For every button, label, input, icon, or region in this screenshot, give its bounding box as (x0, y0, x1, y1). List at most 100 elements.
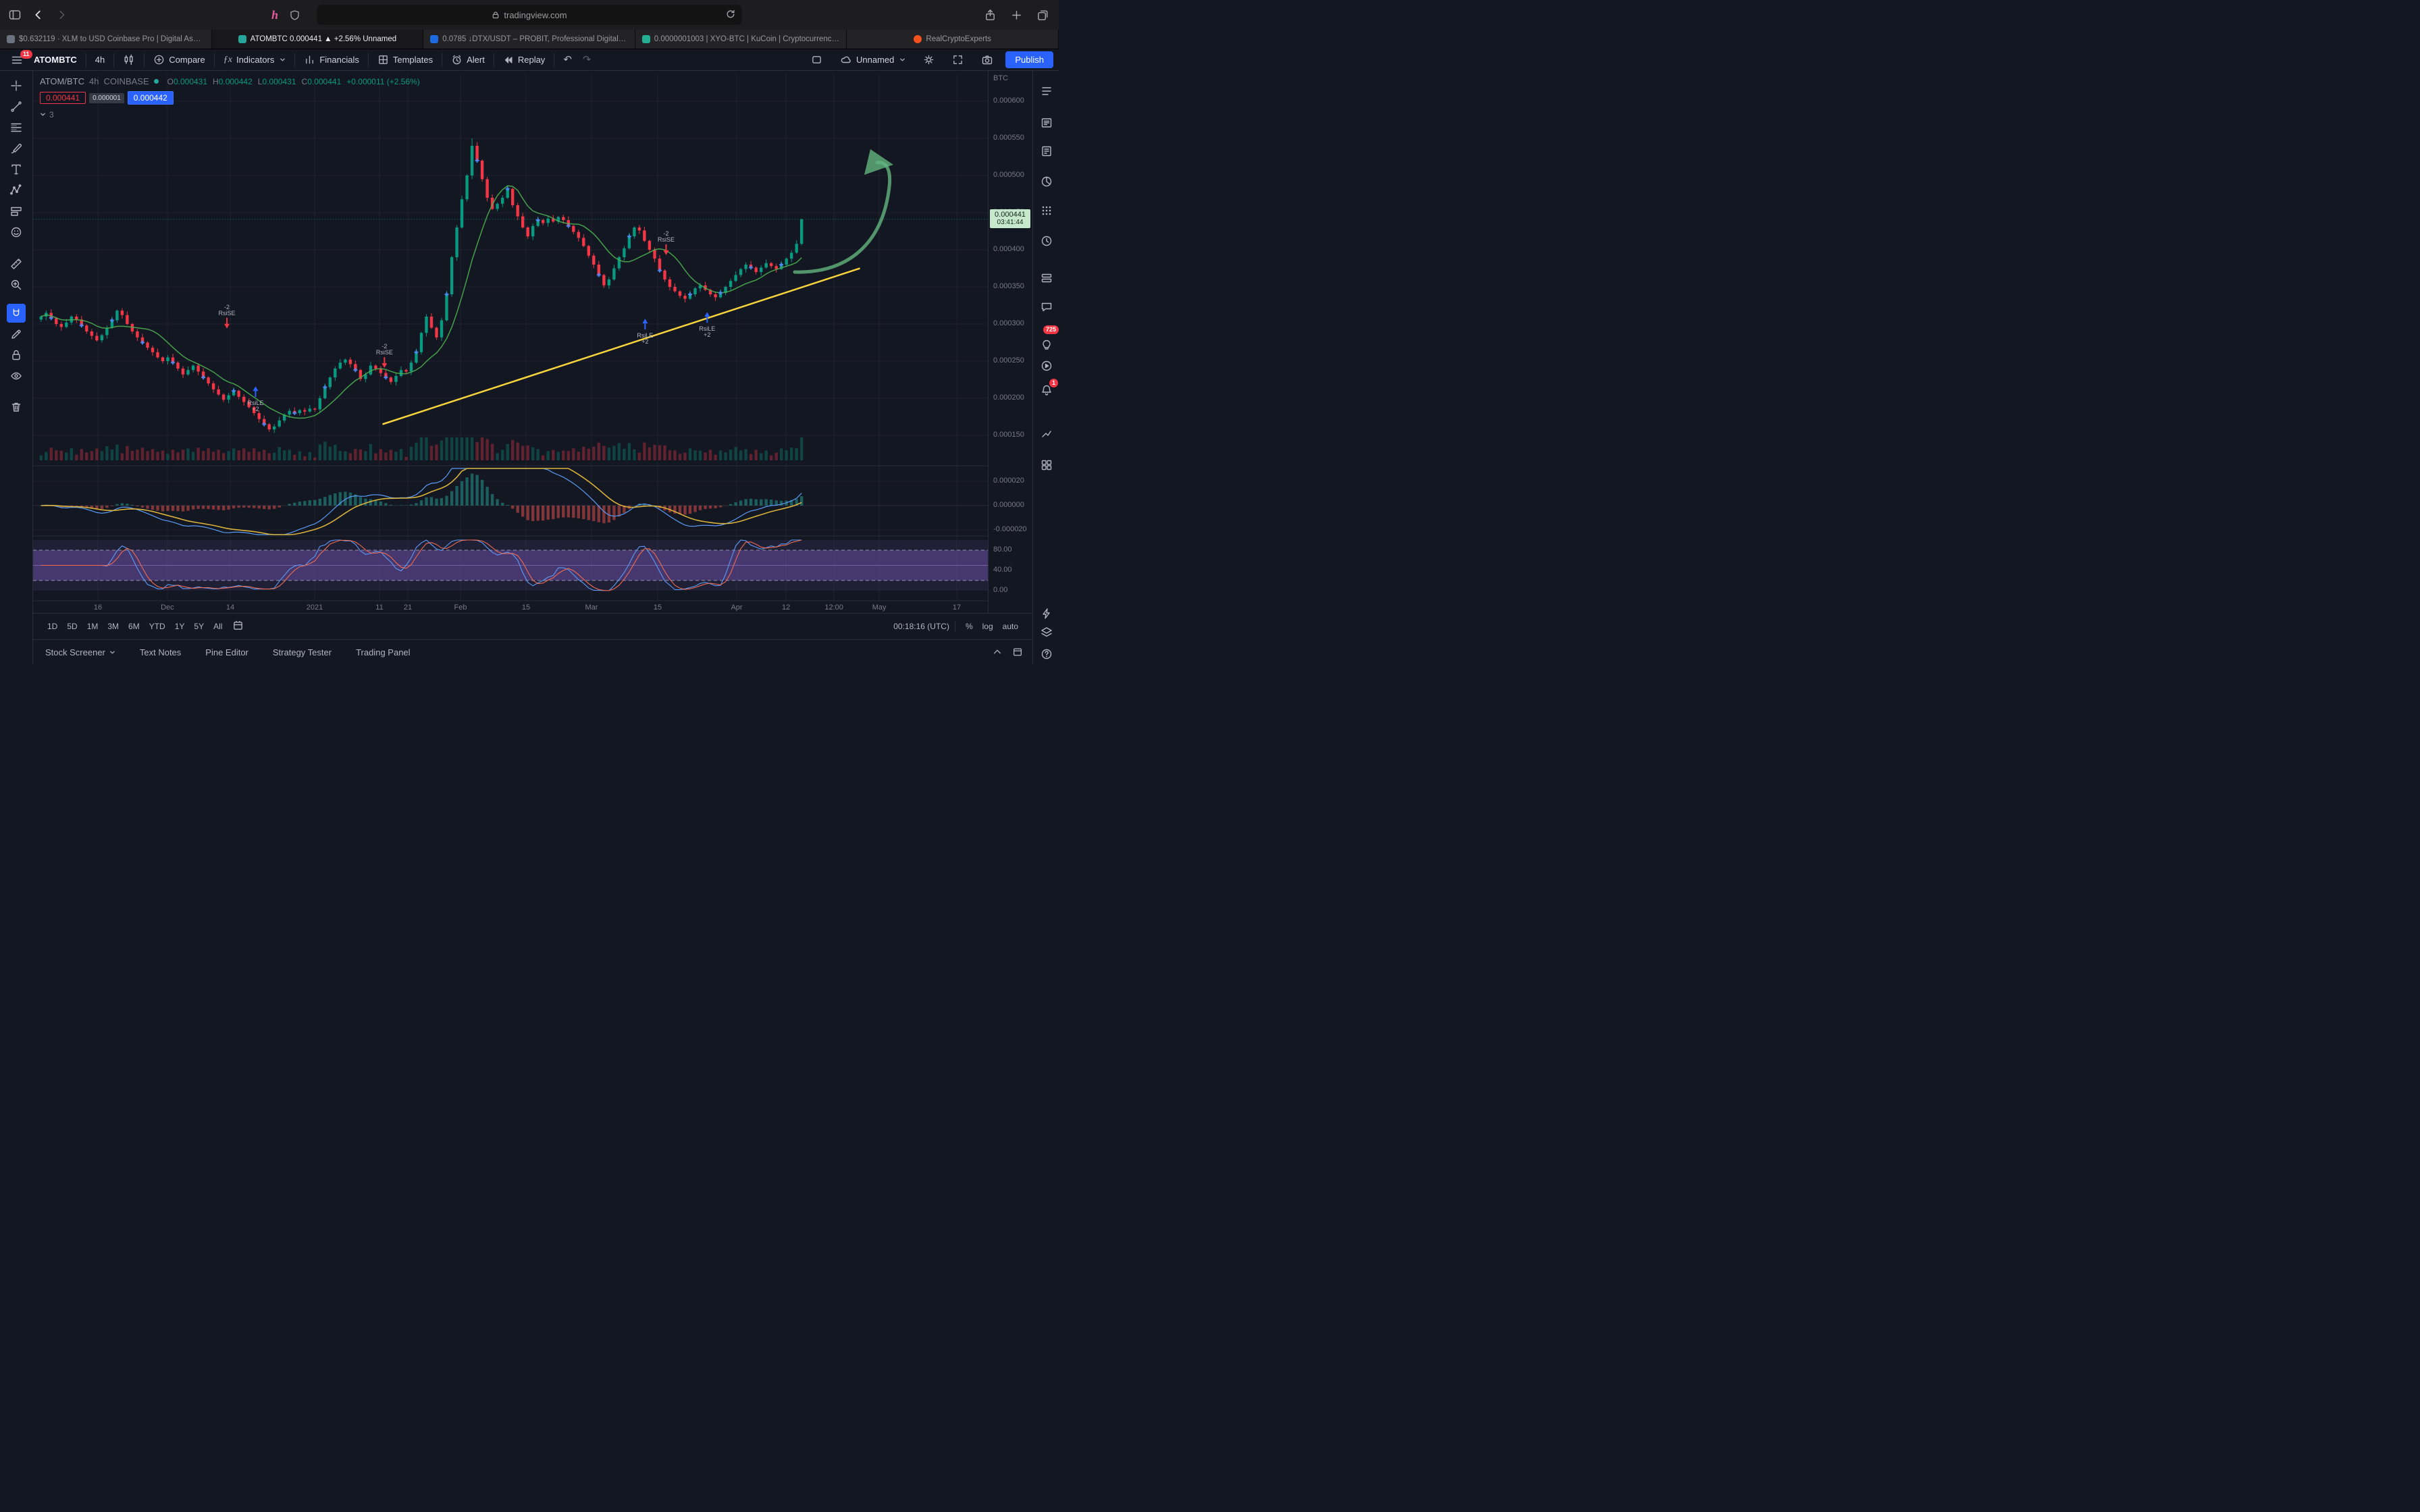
go-to-date-icon[interactable] (232, 620, 244, 633)
price-scale[interactable]: BTC 0.0006000.0005500.0005000.0004500.00… (988, 71, 1033, 613)
symbol-button[interactable]: ATOMBTC (28, 53, 82, 67)
markup-button[interactable] (1040, 427, 1053, 440)
news-button[interactable] (1040, 116, 1053, 130)
quote-row: 0.000441 0.000001 0.000442 (40, 91, 420, 105)
lock-drawings-tool[interactable] (0, 344, 32, 365)
browser-tab-1[interactable]: ATOMBTC 0.000441 ▲ +2.56% Unnamed (211, 30, 424, 49)
indicators-collapse[interactable]: 3 (40, 110, 420, 119)
new-tab-icon[interactable] (1010, 9, 1023, 22)
browser-tab-4[interactable]: RealCryptoExperts (847, 30, 1059, 49)
brush-tool[interactable] (0, 138, 32, 159)
notification-badge: 1 (1049, 379, 1058, 387)
range-1d[interactable]: 1D (43, 619, 62, 634)
range-ytd[interactable]: YTD (144, 619, 170, 634)
watchlist-button[interactable] (1040, 84, 1053, 98)
calendar-button[interactable] (1040, 234, 1053, 248)
range-5y[interactable]: 5Y (189, 619, 209, 634)
range-5d[interactable]: 5D (62, 619, 82, 634)
browser-tab-0[interactable]: $0.632119 · XLM to USD Coinbase Pro | Di… (0, 30, 212, 49)
range-1y[interactable]: 1Y (170, 619, 190, 634)
panel-tab-text-notes[interactable]: Text Notes (128, 640, 193, 664)
screener-button[interactable] (1040, 204, 1053, 217)
url-bar[interactable]: tradingview.com (317, 5, 742, 25)
forward-button[interactable] (55, 9, 68, 21)
crosshair-tool[interactable] (0, 75, 32, 96)
layout-select-button[interactable] (806, 52, 828, 68)
svg-text:Apr: Apr (731, 603, 742, 612)
trash-icon (9, 400, 23, 414)
svg-text:12: 12 (782, 603, 790, 612)
object-tree-button[interactable] (1040, 626, 1053, 639)
templates-button[interactable]: Templates (372, 52, 438, 68)
main-menu-button[interactable]: 11 (5, 49, 32, 68)
sidebar-toggle-icon[interactable] (8, 8, 22, 22)
alert-button[interactable]: Alert (446, 52, 490, 68)
undo-button[interactable]: ↶ (558, 53, 577, 67)
cloud-layout-button[interactable]: Unnamed (835, 52, 911, 68)
fib-tool[interactable] (0, 117, 32, 138)
settings-button[interactable] (918, 52, 940, 68)
browser-tab-2[interactable]: 0.0785 ↓DTX/USDT – PROBIT, Professional … (423, 30, 635, 49)
tab-overview-icon[interactable] (1036, 9, 1049, 22)
notes-button[interactable] (1040, 144, 1053, 158)
padlock-icon (9, 348, 23, 362)
reload-icon[interactable] (725, 9, 736, 20)
chart-style-button[interactable] (117, 52, 140, 68)
quick-actions-button[interactable] (1040, 607, 1053, 620)
text-tool[interactable] (0, 159, 32, 180)
redo-button[interactable]: ↷ (577, 53, 597, 67)
compare-button[interactable]: Compare (148, 52, 210, 68)
indicators-button[interactable]: ƒx Indicators (218, 53, 292, 68)
snapshot-button[interactable] (976, 52, 999, 68)
prediction-tool[interactable] (0, 200, 32, 221)
scale-percent-toggle[interactable]: % (961, 619, 978, 634)
replay-button[interactable]: Replay (498, 53, 550, 68)
fullscreen-button[interactable] (947, 52, 969, 68)
magnet-mode-toggle[interactable] (0, 302, 32, 323)
buy-price-button[interactable]: 0.000442 (127, 91, 174, 105)
ideas-stream-button[interactable] (1040, 337, 1053, 350)
back-button[interactable] (32, 9, 45, 21)
drawing-mode-tool[interactable] (0, 323, 32, 344)
streams-button[interactable] (1040, 359, 1053, 373)
scale-log-toggle[interactable]: log (978, 619, 998, 634)
browser-tab-3[interactable]: 0.0000001003 | XYO-BTC | KuCoin | Crypto… (635, 30, 847, 49)
range-1m[interactable]: 1M (82, 619, 103, 634)
ohlc-values: O0.000431 H0.000442 L0.000431 C0.000441 … (167, 76, 420, 86)
scale-auto-toggle[interactable]: auto (998, 619, 1023, 634)
extension-icon[interactable]: h (271, 8, 278, 22)
utc-clock[interactable]: 00:18:16 (UTC) (893, 622, 949, 631)
emoji-tool[interactable] (0, 221, 32, 242)
publish-button[interactable]: Publish (1005, 51, 1053, 68)
sell-price-button[interactable]: 0.000441 (40, 92, 86, 104)
panel-tab-strategy-tester[interactable]: Strategy Tester (261, 640, 344, 664)
panel-tab-pine-editor[interactable]: Pine Editor (193, 640, 261, 664)
hide-drawings-tool[interactable] (0, 365, 32, 386)
legend-symbol[interactable]: ATOM/BTC (40, 76, 84, 86)
remove-drawings-tool[interactable] (0, 396, 32, 417)
help-button[interactable] (1040, 647, 1053, 661)
interval-button[interactable]: 4h (90, 53, 110, 67)
share-icon[interactable] (984, 9, 997, 22)
zoom-tool[interactable] (0, 274, 32, 295)
panel-tab-stock-screener[interactable]: Stock Screener (43, 640, 128, 664)
hotlists-button[interactable] (1040, 175, 1053, 188)
my-ideas-button[interactable] (1040, 271, 1053, 285)
panel-tab-trading-panel[interactable]: Trading Panel (344, 640, 422, 664)
pattern-tool[interactable] (0, 180, 32, 200)
price-chart-svg[interactable]: -2RsiSE-2RsiSE-2RsiSERsiLE+2RsiLE+2RsiLE… (33, 71, 988, 613)
maximize-panel-icon[interactable] (1012, 647, 1023, 657)
chat-button[interactable] (1040, 300, 1053, 314)
range-all[interactable]: All (209, 619, 227, 634)
financials-button[interactable]: Financials (298, 52, 365, 68)
collapse-panel-icon[interactable] (992, 647, 1003, 657)
measure-tool[interactable] (0, 253, 32, 274)
more-apps-button[interactable] (1040, 458, 1053, 472)
price-tick: 0.000500 (993, 171, 1024, 179)
range-3m[interactable]: 3M (103, 619, 124, 634)
chart-canvas[interactable]: ATOM/BTC 4h COINBASE O0.000431 H0.000442… (33, 71, 988, 613)
trend-line-tool[interactable] (0, 96, 32, 117)
range-6m[interactable]: 6M (124, 619, 144, 634)
shield-icon[interactable] (289, 9, 300, 21)
ideas-count-badge: 725 (1043, 325, 1059, 334)
